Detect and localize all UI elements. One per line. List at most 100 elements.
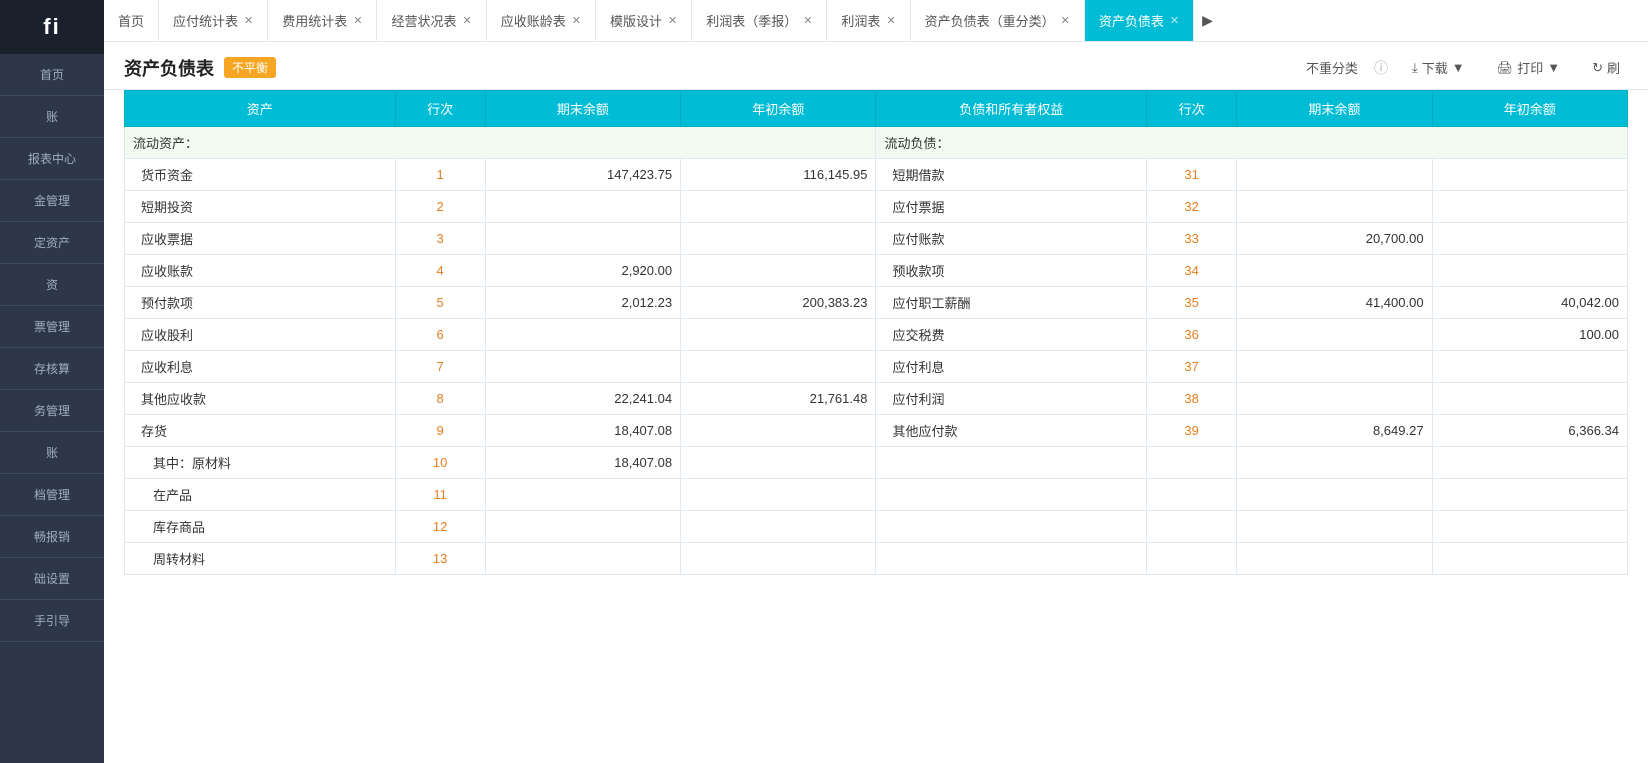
tab-expense-stats[interactable]: 费用统计表 ✕ <box>268 0 377 42</box>
cell-liability: 其他应付款 <box>876 415 1147 447</box>
cell-row-num2[interactable] <box>1147 479 1237 511</box>
sidebar-item-investment[interactable]: 资 <box>0 264 104 306</box>
tab-scroll-arrow[interactable]: ▶ <box>1194 12 1221 29</box>
cell-row-num[interactable]: 5 <box>395 287 485 319</box>
sidebar-item-archive[interactable]: 档管理 <box>0 474 104 516</box>
left-group-label: 流动资产： <box>125 127 876 159</box>
page-title-area: 资产负债表 不平衡 <box>124 55 276 81</box>
tab-balance[interactable]: 资产负债表 ✕ <box>1085 0 1194 42</box>
help-icon[interactable]: ⓘ <box>1374 58 1388 78</box>
cell-row-num[interactable]: 6 <box>395 319 485 351</box>
close-tab-balance-reclassified[interactable]: ✕ <box>1061 14 1070 27</box>
cell-period-end: 18,407.08 <box>485 447 680 479</box>
close-tab-operations[interactable]: ✕ <box>463 14 472 27</box>
cell-liability: 应付利息 <box>876 351 1147 383</box>
cell-row-num[interactable]: 9 <box>395 415 485 447</box>
cell-row-num2[interactable]: 31 <box>1147 159 1237 191</box>
tab-operations[interactable]: 经营状况表 ✕ <box>377 0 486 42</box>
cell-year-start2 <box>1432 511 1627 543</box>
tab-ap-stats[interactable]: 应付统计表 ✕ <box>159 0 268 42</box>
tab-income-quarterly[interactable]: 利润表（季报） ✕ <box>692 0 827 42</box>
sidebar-item-fund-mgmt[interactable]: 金管理 <box>0 180 104 222</box>
cell-liability: 应付账款 <box>876 223 1147 255</box>
tab-income[interactable]: 利润表 ✕ <box>827 0 910 42</box>
tab-template-design[interactable]: 模版设计 ✕ <box>596 0 692 42</box>
cell-row-num2[interactable] <box>1147 447 1237 479</box>
cell-period-end2 <box>1237 479 1432 511</box>
status-badge: 不平衡 <box>224 57 276 78</box>
download-button[interactable]: ⤓ 下载 ▼ <box>1404 54 1473 81</box>
col-year-start2: 年初余额 <box>1432 91 1627 127</box>
close-tab-ap-stats[interactable]: ✕ <box>244 14 253 27</box>
sidebar-item-home[interactable]: 首页 <box>0 54 104 96</box>
cell-row-num[interactable]: 7 <box>395 351 485 383</box>
cell-period-end2: 8,649.27 <box>1237 415 1432 447</box>
cell-row-num[interactable]: 1 <box>395 159 485 191</box>
cell-period-end2: 41,400.00 <box>1237 287 1432 319</box>
table-row: 应收股利 6 应交税费 36 100.00 <box>125 319 1628 351</box>
close-tab-balance[interactable]: ✕ <box>1170 14 1179 27</box>
cell-year-start <box>681 255 876 287</box>
cell-row-num[interactable]: 12 <box>395 511 485 543</box>
page-actions: 不重分类 ⓘ ⤓ 下载 ▼ 🖨 打印 ▼ ↻ 刷 <box>1306 54 1628 81</box>
sidebar-item-fixed-assets[interactable]: 定资产 <box>0 222 104 264</box>
cell-row-num[interactable]: 2 <box>395 191 485 223</box>
cell-asset: 库存商品 <box>125 511 396 543</box>
cell-year-start2 <box>1432 351 1627 383</box>
refresh-button[interactable]: ↻ 刷 <box>1584 54 1628 81</box>
close-tab-template-design[interactable]: ✕ <box>668 14 677 27</box>
close-tab-income[interactable]: ✕ <box>886 14 895 27</box>
tab-ar-aging[interactable]: 应收账龄表 ✕ <box>487 0 596 42</box>
print-button[interactable]: 🖨 打印 ▼ <box>1489 54 1568 81</box>
sidebar-item-guide[interactable]: 手引导 <box>0 600 104 642</box>
sidebar-item-inventory-calc[interactable]: 存核算 <box>0 348 104 390</box>
cell-row-num2[interactable]: 38 <box>1147 383 1237 415</box>
sidebar-item-ledger[interactable]: 账 <box>0 432 104 474</box>
cell-asset: 货币资金 <box>125 159 396 191</box>
cell-row-num2[interactable]: 32 <box>1147 191 1237 223</box>
cell-year-start2: 6,366.34 <box>1432 415 1627 447</box>
cell-liability: 应付票据 <box>876 191 1147 223</box>
sidebar-item-settings[interactable]: 础设置 <box>0 558 104 600</box>
cell-row-num2[interactable]: 37 <box>1147 351 1237 383</box>
page-title: 资产负债表 <box>124 55 214 81</box>
close-tab-ar-aging[interactable]: ✕ <box>572 14 581 27</box>
close-tab-income-quarterly[interactable]: ✕ <box>803 14 812 27</box>
cell-year-start2 <box>1432 447 1627 479</box>
cell-row-num2[interactable]: 39 <box>1147 415 1237 447</box>
col-row-num2: 行次 <box>1147 91 1237 127</box>
table-row: 短期投资 2 应付票据 32 <box>125 191 1628 223</box>
cell-period-end: 2,920.00 <box>485 255 680 287</box>
cell-row-num2[interactable]: 36 <box>1147 319 1237 351</box>
cell-row-num[interactable]: 3 <box>395 223 485 255</box>
sidebar-item-account[interactable]: 账 <box>0 96 104 138</box>
cell-row-num2[interactable]: 33 <box>1147 223 1237 255</box>
table-row: 应收票据 3 应付账款 33 20,700.00 <box>125 223 1628 255</box>
cell-row-num2[interactable]: 35 <box>1147 287 1237 319</box>
tab-balance-reclassified[interactable]: 资产负债表（重分类） ✕ <box>911 0 1085 42</box>
cell-asset: 在产品 <box>125 479 396 511</box>
cell-liability: 应付利润 <box>876 383 1147 415</box>
cell-period-end2 <box>1237 255 1432 287</box>
sidebar-item-report-center[interactable]: 报表中心 <box>0 138 104 180</box>
cell-row-num[interactable]: 4 <box>395 255 485 287</box>
close-tab-expense-stats[interactable]: ✕ <box>353 14 362 27</box>
sidebar-item-expense[interactable]: 畅报销 <box>0 516 104 558</box>
cell-row-num[interactable]: 11 <box>395 479 485 511</box>
sidebar-item-affairs-mgmt[interactable]: 务管理 <box>0 390 104 432</box>
cell-period-end2 <box>1237 191 1432 223</box>
tab-home[interactable]: 首页 <box>104 0 159 42</box>
sidebar-item-ticket-mgmt[interactable]: 票管理 <box>0 306 104 348</box>
cell-row-num2[interactable] <box>1147 543 1237 575</box>
cell-row-num[interactable]: 13 <box>395 543 485 575</box>
cell-row-num[interactable]: 8 <box>395 383 485 415</box>
cell-asset: 应收利息 <box>125 351 396 383</box>
cell-row-num2[interactable]: 34 <box>1147 255 1237 287</box>
table-row: 应收利息 7 应付利息 37 <box>125 351 1628 383</box>
cell-row-num[interactable]: 10 <box>395 447 485 479</box>
cell-row-num2[interactable] <box>1147 511 1237 543</box>
table-row: 库存商品 12 <box>125 511 1628 543</box>
cell-period-end2: 20,700.00 <box>1237 223 1432 255</box>
cell-year-start <box>681 447 876 479</box>
cell-year-start: 200,383.23 <box>681 287 876 319</box>
